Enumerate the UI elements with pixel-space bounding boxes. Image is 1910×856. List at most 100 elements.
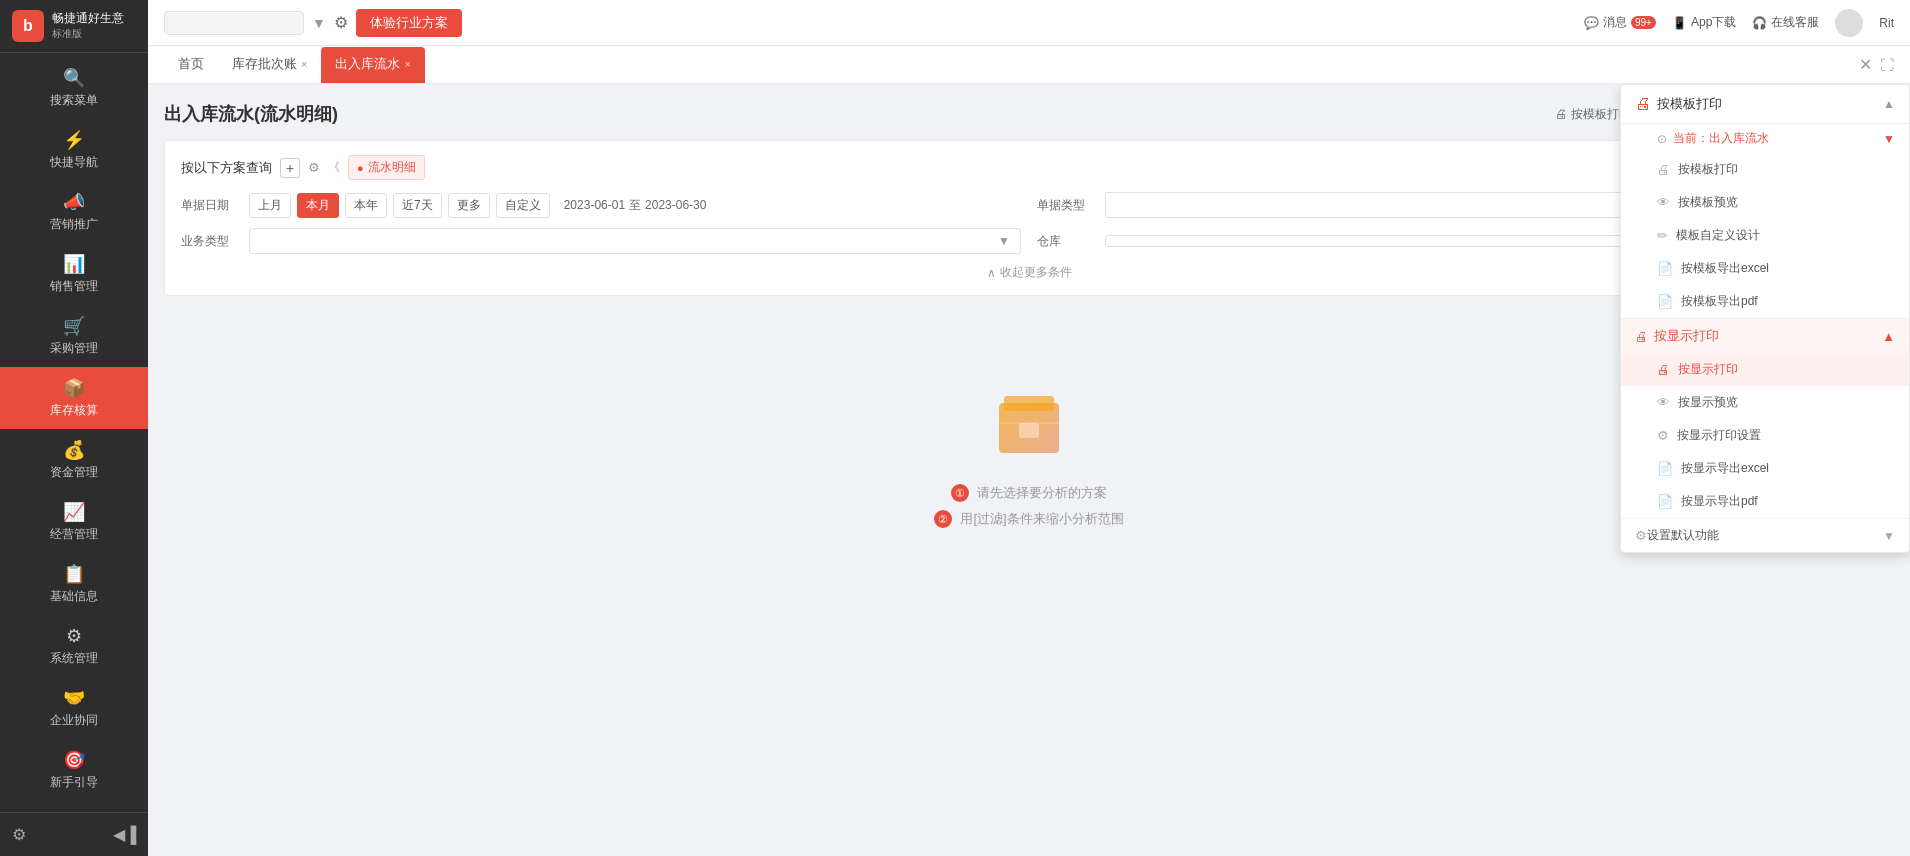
- tab-batch-account[interactable]: 库存批次账 ×: [218, 47, 321, 83]
- sidebar-footer: ⚙ ◀▐: [0, 812, 148, 856]
- tabs-close-all-btn[interactable]: ✕: [1859, 55, 1872, 74]
- dropdown-footer[interactable]: ⚙ 设置默认功能 ▼: [1621, 519, 1909, 552]
- filter-date-item: 单据日期 上月 本月 本年 近7天 更多 自定义 2023-06-01 至 20…: [181, 193, 1021, 218]
- app-download-btn[interactable]: 📱 App下载: [1672, 14, 1736, 31]
- message-btn[interactable]: 💬 消息 99+: [1584, 14, 1656, 31]
- tab-home-label: 首页: [178, 55, 204, 73]
- date-separator: 至: [629, 197, 641, 214]
- display-section-arrow: ▲: [1882, 329, 1895, 344]
- dropdown-template-header[interactable]: 🖨 按模板打印 ▲: [1621, 85, 1909, 124]
- enterprise-icon: 🤝: [63, 687, 85, 709]
- sidebar-item-finance[interactable]: 💰 资金管理: [0, 429, 148, 491]
- sidebar-collapse-btn[interactable]: ◀▐: [113, 825, 136, 844]
- header-search-btn[interactable]: ▼: [312, 15, 326, 31]
- filter-business-select[interactable]: ▼: [249, 228, 1021, 254]
- filter-title: 按以下方案查询: [181, 159, 272, 177]
- tabs-right-actions: ✕ ⛶: [1859, 55, 1894, 74]
- display-print-item-icon: 🖨: [1657, 362, 1670, 377]
- chevron-up-icon2: ∧: [987, 266, 996, 280]
- date-btn-custom[interactable]: 自定义: [496, 193, 550, 218]
- tab-batch-account-close[interactable]: ×: [301, 58, 307, 70]
- filter-business-item: 业务类型 ▼: [181, 228, 1021, 254]
- header: ▼ ⚙ 体验行业方案 💬 消息 99+ 📱 App下载 🎧 在线客服 Rit: [148, 0, 1910, 46]
- filter-date-label: 单据日期: [181, 197, 241, 214]
- svg-rect-1: [1004, 396, 1054, 411]
- sidebar-item-inventory[interactable]: 📦 库存核算: [0, 367, 148, 429]
- date-btn-more[interactable]: 更多: [448, 193, 490, 218]
- empty-step-2: ② 用[过滤]条件来缩小分析范围: [934, 510, 1123, 528]
- header-gear-icon[interactable]: ⚙: [334, 13, 348, 32]
- main-content: ▼ ⚙ 体验行业方案 💬 消息 99+ 📱 App下载 🎧 在线客服 Rit: [148, 0, 1910, 856]
- dropdown-current-selection[interactable]: ⊙ 当前：出入库流水 ▼: [1621, 124, 1909, 153]
- online-service-btn[interactable]: 🎧 在线客服: [1752, 14, 1819, 31]
- filter-tag-label: 流水明细: [368, 159, 416, 176]
- tab-flow[interactable]: 出入库流水 ×: [321, 47, 424, 83]
- filter-add-btn[interactable]: +: [280, 158, 300, 178]
- date-btn-last-month[interactable]: 上月: [249, 193, 291, 218]
- dropdown-template-customize[interactable]: ✏ 模板自定义设计: [1621, 219, 1909, 252]
- dropdown-display-preview[interactable]: 👁 按显示预览: [1621, 386, 1909, 419]
- filter-collapse-btn[interactable]: 《: [328, 159, 340, 176]
- print-icon: 🖨: [1555, 107, 1567, 121]
- step-2-text: 用[过滤]条件来缩小分析范围: [960, 510, 1123, 528]
- dropdown-display-excel[interactable]: 📄 按显示导出excel: [1621, 452, 1909, 485]
- tab-batch-account-label: 库存批次账: [232, 55, 297, 73]
- display-print-item-label: 按显示打印: [1678, 361, 1738, 378]
- sidebar-item-purchase[interactable]: 🛒 采购管理: [0, 305, 148, 367]
- dropdown-display-header[interactable]: 🖨 按显示打印 ▲: [1621, 319, 1909, 353]
- date-btn-last7[interactable]: 近7天: [393, 193, 442, 218]
- sidebar-item-basic-info[interactable]: 📋 基础信息: [0, 553, 148, 615]
- dropdown-current-label: ⊙ 当前：出入库流水: [1657, 130, 1769, 147]
- app-download-icon: 📱: [1672, 16, 1687, 30]
- sidebar-item-operations[interactable]: 📈 经营管理: [0, 491, 148, 553]
- sidebar-item-search[interactable]: 🔍 搜索菜单: [0, 57, 148, 119]
- display-settings-icon: ⚙: [1657, 428, 1669, 443]
- search-icon: 🔍: [63, 67, 85, 89]
- search-input[interactable]: [164, 11, 304, 35]
- filter-tag-icon: ●: [357, 162, 364, 174]
- step-1-text: 请先选择要分析的方案: [977, 484, 1107, 502]
- avatar[interactable]: [1835, 9, 1863, 37]
- date-btn-this-year[interactable]: 本年: [345, 193, 387, 218]
- sidebar-item-marketing[interactable]: 📣 营销推广: [0, 181, 148, 243]
- display-excel-icon: 📄: [1657, 461, 1673, 476]
- sidebar-item-system[interactable]: ⚙ 系统管理: [0, 615, 148, 677]
- dropdown-display-print[interactable]: 🖨 按显示打印: [1621, 353, 1909, 386]
- template-pdf-label: 按模板导出pdf: [1681, 293, 1758, 310]
- purchase-icon: 🛒: [63, 315, 85, 337]
- template-customize-icon: ✏: [1657, 228, 1668, 243]
- dropdown-display-settings[interactable]: ⚙ 按显示打印设置: [1621, 419, 1909, 452]
- tabs-expand-btn[interactable]: ⛶: [1880, 57, 1894, 73]
- template-preview-label: 按模板预览: [1678, 194, 1738, 211]
- operations-icon: 📈: [63, 501, 85, 523]
- sidebar-item-guide[interactable]: 🎯 新手引导: [0, 739, 148, 801]
- sidebar-settings-btn[interactable]: ⚙: [12, 825, 26, 844]
- dropdown-display-title-text: 按显示打印: [1654, 327, 1719, 345]
- display-settings-label: 按显示打印设置: [1677, 427, 1761, 444]
- print-dropdown-panel: 🖨 按模板打印 ▲ ⊙ 当前：出入库流水 ▼ 🖨 按模板打印 👁 按: [1620, 84, 1910, 553]
- dropdown-template-excel[interactable]: 📄 按模板导出excel: [1621, 252, 1909, 285]
- empty-step-1: ① 请先选择要分析的方案: [951, 484, 1107, 502]
- sidebar-item-enterprise[interactable]: 🤝 企业协同: [0, 677, 148, 739]
- step-1-num: ①: [951, 484, 969, 502]
- dropdown-template-print[interactable]: 🖨 按模板打印: [1621, 153, 1909, 186]
- filter-gear-btn[interactable]: ⚙: [308, 160, 320, 175]
- sidebar-item-sales[interactable]: 📊 销售管理: [0, 243, 148, 305]
- lightning-icon: ⚡: [63, 129, 85, 151]
- dropdown-template-pdf[interactable]: 📄 按模板导出pdf: [1621, 285, 1909, 318]
- dropdown-template-preview[interactable]: 👁 按模板预览: [1621, 186, 1909, 219]
- message-badge: 99+: [1631, 16, 1656, 29]
- dropdown-template-title-text: 按模板打印: [1657, 95, 1722, 113]
- current-selection-text: 当前：出入库流水: [1673, 130, 1769, 147]
- printer-icon: 🖨: [1635, 95, 1651, 113]
- sidebar-item-label: 系统管理: [50, 650, 98, 667]
- tab-home[interactable]: 首页: [164, 47, 218, 83]
- display-excel-label: 按显示导出excel: [1681, 460, 1769, 477]
- template-excel-icon: 📄: [1657, 261, 1673, 276]
- tab-flow-close[interactable]: ×: [404, 58, 410, 70]
- dropdown-display-pdf[interactable]: 📄 按显示导出pdf: [1621, 485, 1909, 518]
- sidebar-item-quick-nav[interactable]: ⚡ 快捷导航: [0, 119, 148, 181]
- sidebar-item-app-center[interactable]: 🔲 应用中心: [0, 801, 148, 812]
- date-btn-this-month[interactable]: 本月: [297, 193, 339, 218]
- trial-button[interactable]: 体验行业方案: [356, 9, 462, 37]
